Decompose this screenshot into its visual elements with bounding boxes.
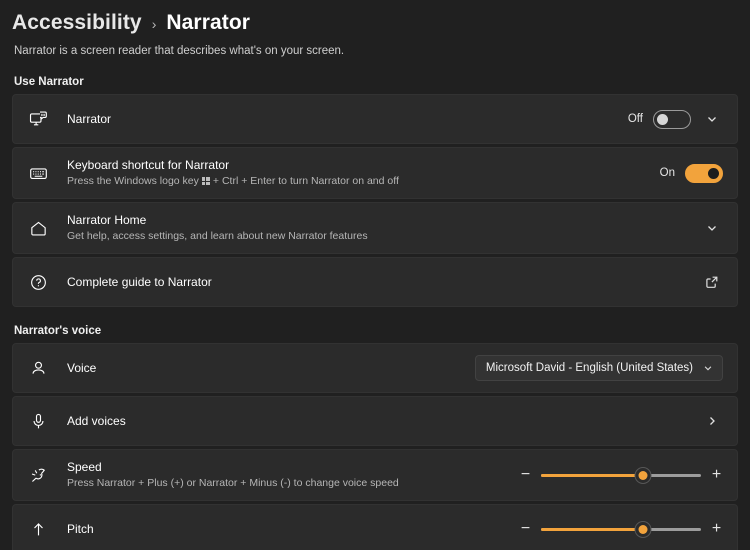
page-description: Narrator is a screen reader that describ… (14, 45, 345, 57)
breadcrumb: Accessibility › Narrator (12, 0, 738, 40)
section-title-use-narrator: Use Narrator (14, 76, 84, 88)
row-complete-guide-text: Complete guide to Narrator (59, 275, 701, 290)
help-circle-icon (29, 273, 59, 292)
pitch-increase-button[interactable]: + (710, 520, 723, 537)
row-narrator-home-text: Narrator Home Get help, access settings,… (59, 213, 701, 243)
row-narrator[interactable]: Narrator Off (12, 94, 738, 144)
keyboard-shortcut-toggle[interactable] (685, 163, 723, 183)
keyboard-shortcut-toggle-knob (708, 167, 719, 179)
speed-slider[interactable] (541, 466, 701, 484)
speed-icon (29, 466, 59, 485)
row-voice[interactable]: Voice Microsoft David - English (United … (12, 343, 738, 393)
row-pitch[interactable]: Pitch − + (12, 504, 738, 550)
row-pitch-title: Pitch (67, 521, 94, 536)
row-narrator-home-subtitle: Get help, access settings, and learn abo… (67, 230, 368, 242)
voice-select[interactable]: Microsoft David - English (United States… (474, 355, 723, 381)
row-keyboard-shortcut-controls: On (655, 163, 723, 183)
chevron-down-icon[interactable] (701, 217, 723, 239)
home-icon (29, 219, 59, 238)
row-voice-controls: Microsoft David - English (United States… (474, 355, 723, 381)
voice-select-value: Microsoft David - English (United States… (485, 362, 693, 374)
speed-decrease-button[interactable]: − (519, 466, 532, 483)
chevron-down-icon (701, 361, 715, 375)
external-link-icon[interactable] (701, 271, 723, 293)
row-keyboard-shortcut-subtitle: Press the Windows logo key + Ctrl + Ente… (67, 174, 655, 188)
pitch-slider-wrap: − + (519, 520, 723, 538)
page-title: Narrator (166, 11, 251, 34)
row-add-voices-controls (701, 410, 723, 432)
row-pitch-controls: − + (519, 520, 723, 538)
row-voice-text: Voice (59, 361, 475, 376)
narrator-toggle-state-label: Off (627, 113, 643, 125)
person-icon (29, 359, 59, 378)
section-narrators-voice: Narrator's voice Voice Microsoft David -… (12, 325, 738, 550)
row-keyboard-shortcut-title: Keyboard shortcut for Narrator (67, 158, 230, 172)
row-pitch-text: Pitch (59, 522, 519, 537)
pitch-decrease-button[interactable]: − (519, 520, 532, 537)
row-add-voices[interactable]: Add voices (12, 396, 738, 446)
keyboard-shortcut-toggle-state-label: On (659, 167, 675, 179)
row-narrator-home[interactable]: Narrator Home Get help, access settings,… (12, 202, 738, 254)
row-narrator-home-title: Narrator Home (67, 213, 147, 227)
row-speed-text: Speed Press Narrator + Plus (+) or Narra… (59, 460, 519, 490)
narrator-toggle[interactable] (653, 109, 691, 129)
shortcut-text-after: + Ctrl + Enter to turn Narrator on and o… (212, 175, 399, 187)
row-narrator-text: Narrator (59, 112, 623, 127)
speed-slider-wrap: − + (519, 466, 723, 484)
shortcut-text-before: Press the Windows logo key (67, 175, 199, 187)
row-narrator-controls: Off (623, 108, 723, 130)
microphone-icon (29, 412, 59, 431)
speed-slider-thumb[interactable] (634, 466, 652, 484)
pitch-slider-fill (541, 527, 644, 531)
windows-logo-icon (201, 177, 210, 185)
row-narrator-title: Narrator (67, 111, 112, 126)
breadcrumb-separator-icon: › (151, 16, 157, 32)
pitch-slider-thumb[interactable] (634, 520, 652, 538)
chevron-right-icon[interactable] (701, 410, 723, 432)
pitch-arrow-up-icon (29, 520, 59, 539)
speed-increase-button[interactable]: + (710, 466, 723, 483)
row-complete-guide-title: Complete guide to Narrator (67, 274, 212, 289)
row-add-voices-title: Add voices (67, 413, 126, 428)
row-complete-guide-controls (701, 271, 723, 293)
row-keyboard-shortcut-text: Keyboard shortcut for Narrator Press the… (59, 158, 655, 188)
narrator-settings-page: Accessibility › Narrator Narrator is a s… (0, 0, 750, 550)
row-speed[interactable]: Speed Press Narrator + Plus (+) or Narra… (12, 449, 738, 501)
section-use-narrator: Use Narrator Narrator Off Keyboard short… (12, 76, 738, 307)
row-speed-subtitle: Press Narrator + Plus (+) or Narrator + … (67, 477, 399, 489)
row-keyboard-shortcut[interactable]: Keyboard shortcut for Narrator Press the… (12, 147, 738, 199)
row-add-voices-text: Add voices (59, 414, 701, 429)
row-narrator-home-controls (701, 217, 723, 239)
narrator-toggle-knob (657, 113, 668, 125)
section-title-narrators-voice: Narrator's voice (14, 325, 102, 337)
row-speed-title: Speed (67, 460, 102, 474)
row-voice-title: Voice (67, 360, 97, 375)
chevron-down-icon[interactable] (701, 108, 723, 130)
pitch-slider[interactable] (541, 520, 701, 538)
breadcrumb-accessibility[interactable]: Accessibility (12, 11, 142, 35)
keyboard-icon (29, 164, 59, 183)
row-complete-guide[interactable]: Complete guide to Narrator (12, 257, 738, 307)
speed-slider-fill (541, 473, 644, 477)
use-narrator-card-group: Narrator Off Keyboard shortcut for Narra… (12, 94, 738, 307)
row-speed-controls: − + (519, 466, 723, 484)
narrator-screen-icon (29, 110, 59, 129)
narrators-voice-card-group: Voice Microsoft David - English (United … (12, 343, 738, 550)
